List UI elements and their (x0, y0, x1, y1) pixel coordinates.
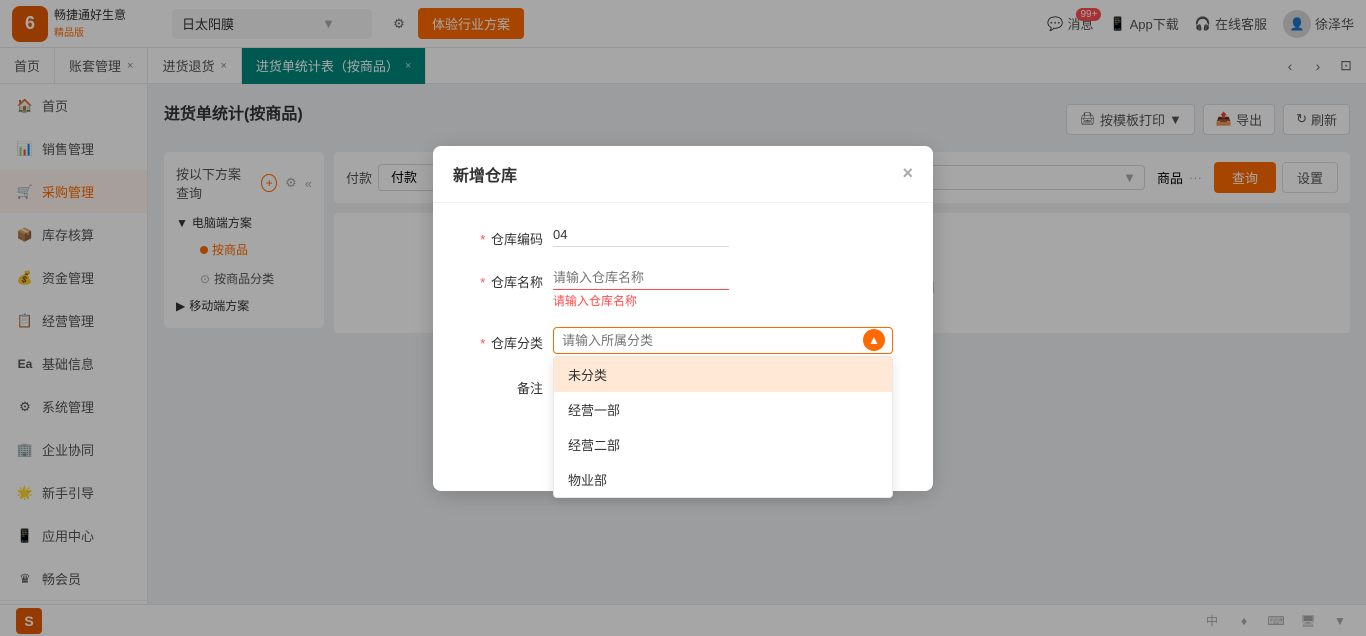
modal-title: 新增仓库 (453, 162, 517, 186)
category-label: * 仓库分类 (473, 327, 553, 352)
name-error-msg: 请输入仓库名称 (553, 292, 893, 309)
category-toggle-btn[interactable]: ▲ (863, 329, 885, 351)
modal-overlay: 新增仓库 × * 仓库编码 * 仓库名称 (0, 0, 1366, 636)
note-label: 备注 (473, 372, 553, 397)
form-row-code: * 仓库编码 (473, 223, 893, 248)
code-input[interactable] (553, 223, 729, 247)
category-dropdown: 未分类 经营一部 经营二部 物业部 (553, 356, 893, 498)
cat-option-dept3[interactable]: 物业部 (554, 462, 892, 497)
cat-option-uncategorized[interactable]: 未分类 (554, 357, 892, 392)
modal-body: * 仓库编码 * 仓库名称 请输入仓库名称 (433, 203, 933, 425)
category-input-wrapper: ▲ 未分类 经营一部 经营二部 物业部 (553, 327, 893, 354)
category-input[interactable] (553, 327, 893, 354)
modal-new-warehouse: 新增仓库 × * 仓库编码 * 仓库名称 (433, 146, 933, 491)
code-label: * 仓库编码 (473, 223, 553, 248)
modal-close-button[interactable]: × (902, 163, 913, 184)
name-label: * 仓库名称 (473, 266, 553, 291)
cat-option-dept2[interactable]: 经营二部 (554, 427, 892, 462)
cat-option-dept1[interactable]: 经营一部 (554, 392, 892, 427)
form-row-category: * 仓库分类 ▲ 未分类 经营一部 经营二部 物业部 (473, 327, 893, 354)
form-row-name: * 仓库名称 请输入仓库名称 (473, 266, 893, 309)
modal-header: 新增仓库 × (433, 146, 933, 203)
name-input[interactable] (553, 266, 729, 290)
